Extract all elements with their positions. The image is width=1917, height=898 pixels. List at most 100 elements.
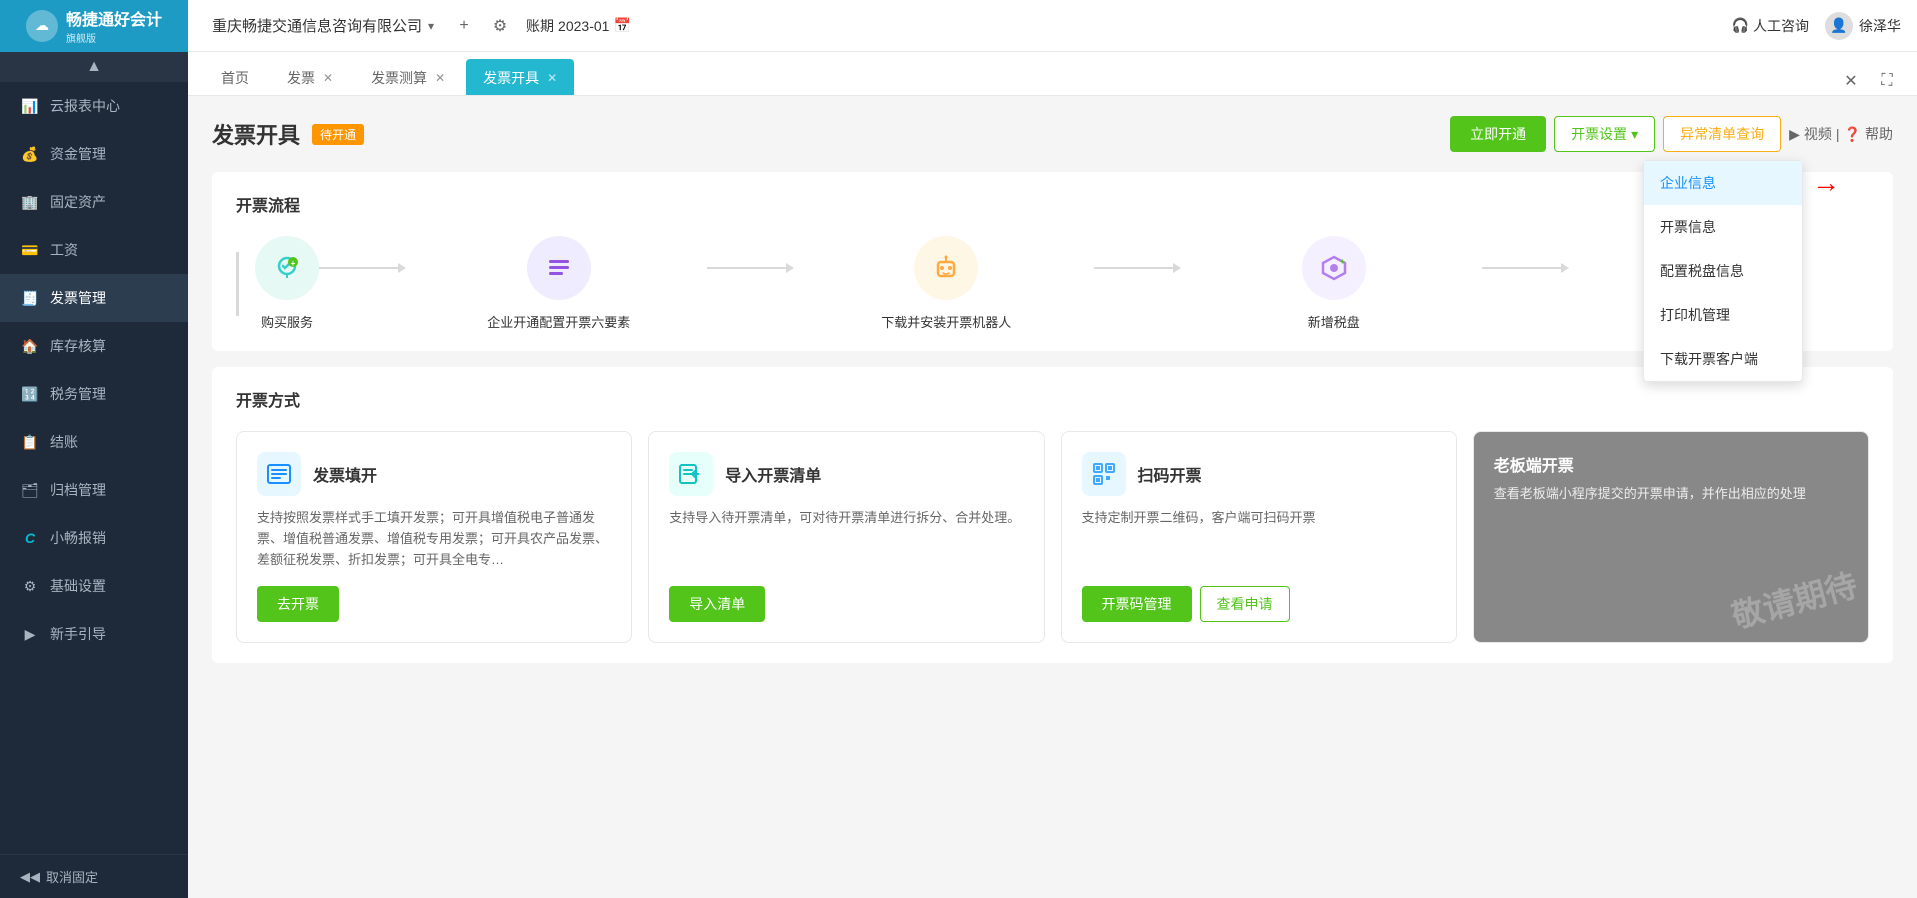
dropdown-item-printer-mgmt[interactable]: 打印机管理 [1644, 293, 1802, 337]
method-card-import-invoice: 导入开票清单 支持导入待开票清单，可对待开票清单进行拆分、合并处理。 导入清单 [648, 431, 1044, 643]
import-invoice-footer: 导入清单 [669, 586, 1023, 622]
sidebar: ▲ 📊 云报表中心 💰 资金管理 🏢 固定资产 💳 工资 [0, 52, 188, 898]
qr-code-mgmt-button[interactable]: 开票码管理 [1082, 586, 1192, 622]
tab-bar: 首页 发票 ✕ 发票测算 ✕ 发票开具 ✕ ✕ ⛶ [188, 52, 1917, 96]
flow-section-title: 开票流程 [236, 192, 1869, 216]
connector-1 [319, 263, 411, 305]
sidebar-item-fund-mgmt[interactable]: 💰 资金管理 [0, 130, 188, 178]
tab-bar-right: ✕ ⛶ [1837, 67, 1901, 95]
scan-invoice-header: 扫码开票 [1082, 452, 1436, 496]
logo-icon: ☁ [26, 10, 58, 42]
period-display: 账期 2023-01 📅 [526, 16, 631, 36]
fill-invoice-title: 发票填开 [313, 462, 377, 486]
dropdown-item-invoice-info[interactable]: 开票信息 [1644, 205, 1802, 249]
basic-settings-icon: ⚙ [20, 576, 40, 596]
import-invoice-title: 导入开票清单 [725, 462, 821, 486]
settings-chevron-icon: ▾ [1631, 126, 1638, 143]
sidebar-item-salary[interactable]: 💳 工资 [0, 226, 188, 274]
page-header: 发票开具 待开通 立即开通 开票设置 ▾ 异常清单查询 ▶ 视频 [212, 116, 1893, 152]
company-dropdown-icon[interactable]: ▾ [428, 19, 434, 33]
question-icon: ❓ [1844, 126, 1861, 143]
calendar-icon[interactable]: 📅 [613, 17, 630, 34]
page-content: 发票开具 待开通 立即开通 开票设置 ▾ 异常清单查询 ▶ 视频 [188, 96, 1917, 898]
watermark-text: 敬请期待 [1726, 561, 1862, 639]
fill-invoice-button[interactable]: 去开票 [257, 586, 339, 622]
settings-icon[interactable]: ⚙ [486, 12, 514, 40]
dropdown-item-download-client[interactable]: 下载开票客户端 [1644, 337, 1802, 381]
cloud-report-icon: 📊 [20, 96, 40, 116]
customer-service-button[interactable]: 🎧 人工咨询 [1732, 16, 1809, 36]
top-bar-actions: + ⚙ [450, 12, 514, 40]
flow-step-install-robot: 下载并安装开票机器人 [799, 236, 1095, 331]
close-tab-button[interactable]: ✕ [1837, 67, 1865, 95]
settings-button[interactable]: 开票设置 ▾ [1554, 116, 1655, 152]
config-enterprise-icon [527, 236, 591, 300]
buy-service-icon: + [255, 236, 319, 300]
import-invoice-button[interactable]: 导入清单 [669, 586, 765, 622]
red-arrow-indicator: → [1812, 167, 1840, 199]
inventory-icon: 🏠 [20, 336, 40, 356]
sidebar-item-tax-mgmt[interactable]: 🔢 税务管理 [0, 370, 188, 418]
method-card-scan-invoice: 扫码开票 支持定制开票二维码，客户端可扫码开票 开票码管理 查看申请 [1061, 431, 1457, 643]
sidebar-item-archive-mgmt[interactable]: 🗂 归档管理 [0, 466, 188, 514]
salary-icon: 💳 [20, 240, 40, 260]
top-bar: ☁ 畅捷通好会计 旗舰版 重庆畅捷交通信息咨询有限公司 ▾ + ⚙ 账期 202… [0, 0, 1917, 52]
help-area[interactable]: ▶ 视频 | ❓ 帮助 [1789, 124, 1893, 144]
tab-invoice-calc[interactable]: 发票测算 ✕ [354, 59, 462, 95]
sidebar-item-invoice-mgmt[interactable]: 🧾 发票管理 [0, 274, 188, 322]
add-tab-button[interactable]: + [450, 12, 478, 40]
tab-invoice-issue-close[interactable]: ✕ [547, 71, 557, 85]
sidebar-item-settlement[interactable]: 📋 结账 [0, 418, 188, 466]
method-card-fill-invoice: 发票填开 支持按照发票样式手工填开发票；可开具增值税电子普通发票、增值税普通发票… [236, 431, 632, 643]
company-name[interactable]: 重庆畅捷交通信息咨询有限公司 ▾ [212, 15, 434, 36]
boss-invoice-desc: 查看老板端小程序提交的开票申请，并作出相应的处理 [1494, 484, 1848, 505]
tab-invoice-issue[interactable]: 发票开具 ✕ [466, 59, 574, 95]
flow-section: 开票流程 + 购买服务 [212, 172, 1893, 351]
dropdown-item-company-info[interactable]: 企业信息 [1644, 161, 1802, 205]
tab-home[interactable]: 首页 [204, 59, 266, 95]
view-application-button[interactable]: 查看申请 [1200, 586, 1290, 622]
svg-text:+: + [291, 259, 296, 268]
sidebar-item-xiao-report[interactable]: C 小畅报销 [0, 514, 188, 562]
tab-invoice[interactable]: 发票 ✕ [270, 59, 350, 95]
scan-invoice-icon [1082, 452, 1126, 496]
activate-button[interactable]: 立即开通 [1450, 116, 1546, 152]
archive-mgmt-icon: 🗂 [20, 480, 40, 500]
import-invoice-icon [669, 452, 713, 496]
sidebar-item-fixed-assets[interactable]: 🏢 固定资产 [0, 178, 188, 226]
fund-mgmt-icon: 💰 [20, 144, 40, 164]
page-actions: 立即开通 开票设置 ▾ 异常清单查询 ▶ 视频 | ❓ 帮助 [1450, 116, 1893, 152]
sidebar-item-new-guide[interactable]: ▶ 新手引导 [0, 610, 188, 658]
fill-invoice-icon [257, 452, 301, 496]
dropdown-item-tax-disk-info[interactable]: 配置税盘信息 [1644, 249, 1802, 293]
methods-grid: 发票填开 支持按照发票样式手工填开发票；可开具增值税电子普通发票、增值税普通发票… [236, 431, 1869, 643]
exception-list-button[interactable]: 异常清单查询 [1663, 116, 1781, 152]
sidebar-item-basic-settings[interactable]: ⚙ 基础设置 [0, 562, 188, 610]
flow-step-config-enterprise: 企业开通配置开票六要素 [411, 236, 707, 331]
method-section-title: 开票方式 [236, 387, 1869, 411]
fill-invoice-footer: 去开票 [257, 586, 611, 622]
buy-service-label: 购买服务 [261, 312, 313, 331]
user-info[interactable]: 👤 徐泽华 [1825, 12, 1901, 40]
page-title: 发票开具 [212, 118, 300, 150]
tab-invoice-calc-close[interactable]: ✕ [435, 71, 445, 85]
sidebar-item-cloud-report[interactable]: 📊 云报表中心 [0, 82, 188, 130]
svg-text:+: + [1340, 257, 1345, 266]
expand-button[interactable]: ⛶ [1873, 67, 1901, 95]
play-icon: ▶ [1789, 126, 1800, 143]
top-bar-right: 🎧 人工咨询 👤 徐泽华 [1732, 12, 1901, 40]
add-tax-disk-icon: + [1302, 236, 1366, 300]
method-card-boss-invoice: 老板端开票 查看老板端小程序提交的开票申请，并作出相应的处理 敬请期待 [1473, 431, 1869, 643]
new-guide-icon: ▶ [20, 624, 40, 644]
sidebar-cancel-pin[interactable]: ◀◀ 取消固定 [0, 854, 188, 898]
sidebar-scroll-up[interactable]: ▲ [0, 52, 188, 82]
sidebar-item-inventory[interactable]: 🏠 库存核算 [0, 322, 188, 370]
content-area: 首页 发票 ✕ 发票测算 ✕ 发票开具 ✕ ✕ ⛶ [188, 52, 1917, 898]
connector-4 [1482, 263, 1574, 305]
tab-invoice-close[interactable]: ✕ [323, 71, 333, 85]
logo-text: 畅捷通好会计 [66, 6, 162, 30]
fill-invoice-header: 发票填开 [257, 452, 611, 496]
avatar: 👤 [1825, 12, 1853, 40]
import-invoice-desc: 支持导入待开票清单，可对待开票清单进行拆分、合并处理。 [669, 508, 1023, 570]
pin-icon: ◀◀ [20, 869, 40, 885]
